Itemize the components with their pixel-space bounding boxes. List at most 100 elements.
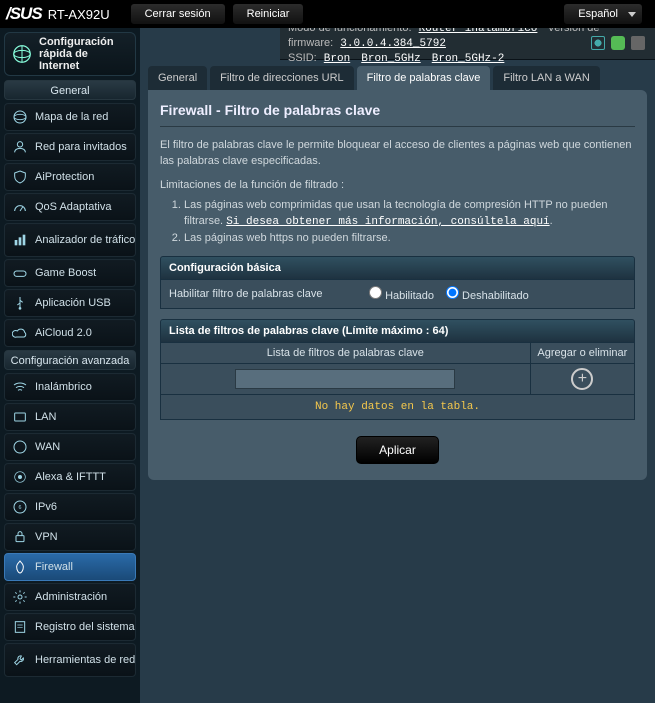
router-status-icon[interactable]	[591, 36, 605, 50]
game-icon	[11, 264, 29, 282]
ssid-3: Bron_5GHz-2	[432, 53, 505, 65]
svg-text:6: 6	[19, 505, 22, 511]
sidebar-item-label: Aplicación USB	[35, 297, 111, 309]
tab-general[interactable]: General	[148, 66, 207, 90]
sidebar-item-wan[interactable]: WAN	[4, 433, 136, 461]
sidebar-item-firewall[interactable]: Firewall	[4, 553, 136, 581]
sidebar-item-label: IPv6	[35, 501, 57, 513]
enabled-radio[interactable]	[369, 286, 382, 299]
sidebar-item-vpn[interactable]: VPN	[4, 523, 136, 551]
chart-icon	[11, 231, 29, 249]
col-action: Agregar o eliminar	[530, 343, 634, 364]
sidebar-item-label: AiProtection	[35, 171, 94, 183]
apply-button[interactable]: Aplicar	[356, 436, 439, 464]
enable-keyword-filter-row: Habilitar filtro de palabras clave Habil…	[160, 280, 635, 309]
qos-icon	[11, 198, 29, 216]
sidebar-item-herramientas-de-red[interactable]: Herramientas de red	[4, 643, 136, 677]
sidebar-item-ipv6[interactable]: 6 IPv6	[4, 493, 136, 521]
quick-internet-setup[interactable]: Configuración rápida de Internet	[4, 32, 136, 76]
sidebar-item-label: Registro del sistema	[35, 621, 135, 633]
reboot-button[interactable]: Reiniciar	[232, 3, 305, 25]
sidebar-item-label: Firewall	[35, 561, 73, 573]
sidebar-item-label: Analizador de tráfico	[35, 234, 135, 246]
chevron-down-icon	[628, 12, 636, 17]
sidebar-item-aplicaci-n-usb[interactable]: Aplicación USB	[4, 289, 136, 317]
aimesh-status-icon[interactable]	[611, 36, 625, 50]
brand-logo: /SUS	[6, 4, 42, 24]
status-strip: Modo de funcionamiento: Router inalámbri…	[280, 28, 655, 60]
sidebar-item-aicloud-2-0[interactable]: AiCloud 2.0	[4, 319, 136, 347]
enabled-text: Habilitado	[385, 290, 434, 302]
limitation-2: Las páginas web https no pueden filtrars…	[184, 230, 635, 246]
sidebar-item-label: LAN	[35, 411, 56, 423]
enabled-option[interactable]: Habilitado	[369, 286, 434, 302]
keyword-table: Lista de filtros de palabras clave Agreg…	[160, 343, 635, 395]
fw-icon	[11, 558, 29, 576]
sidebar-item-label: Administración	[35, 591, 107, 603]
language-selector[interactable]: Español	[563, 3, 643, 25]
tab-filtro-lan-a-wan[interactable]: Filtro LAN a WAN	[493, 66, 599, 90]
sidebar-item-mapa-de-la-red[interactable]: Mapa de la red	[4, 103, 136, 131]
sidebar-item-label: QoS Adaptativa	[35, 201, 111, 213]
sidebar-item-label: Herramientas de red	[35, 654, 135, 666]
admin-icon	[11, 588, 29, 606]
language-label: Español	[578, 8, 618, 20]
sidebar-header-advanced: Configuración avanzada	[4, 350, 136, 370]
sidebar-item-label: AiCloud 2.0	[35, 327, 92, 339]
limitation-1: Las páginas web comprimidas que usan la …	[184, 197, 635, 230]
usb-status-icon[interactable]	[631, 36, 645, 50]
ssid-label: SSID:	[288, 52, 317, 64]
usb-icon	[11, 294, 29, 312]
vpn-icon	[11, 528, 29, 546]
sidebar-item-aiprotection[interactable]: AiProtection	[4, 163, 136, 191]
sidebar-item-label: Mapa de la red	[35, 111, 108, 123]
tools-icon	[11, 651, 29, 669]
sidebar-item-label: Alexa & IFTTT	[35, 471, 106, 483]
content-panel: Firewall - Filtro de palabras clave El f…	[148, 90, 647, 480]
sidebar-item-registro-del-sistema[interactable]: Registro del sistema	[4, 613, 136, 641]
mode-value[interactable]: Router inalámbrico	[419, 28, 538, 35]
sidebar-item-lan[interactable]: LAN	[4, 403, 136, 431]
sidebar-item-analizador-de-tr-fico[interactable]: Analizador de tráfico	[4, 223, 136, 257]
sidebar-item-alexa-ifttt[interactable]: Alexa & IFTTT	[4, 463, 136, 491]
sidebar-item-label: Game Boost	[35, 267, 96, 279]
no-data-row: No hay datos en la tabla.	[160, 395, 635, 420]
fw-value[interactable]: 3.0.0.4.384_5792	[340, 38, 446, 50]
wifi-icon	[11, 378, 29, 396]
keyword-list-header: Lista de filtros de palabras clave (Lími…	[160, 319, 635, 343]
sidebar-item-administraci-n[interactable]: Administración	[4, 583, 136, 611]
shield-icon	[11, 168, 29, 186]
disabled-option[interactable]: Deshabilitado	[446, 286, 529, 302]
globe-icon	[11, 108, 29, 126]
logout-button[interactable]: Cerrar sesión	[130, 3, 226, 25]
ssid-1: Bron	[324, 53, 350, 65]
model-name: RT-AX92U	[48, 7, 110, 22]
keyword-input[interactable]	[235, 369, 455, 389]
disabled-radio[interactable]	[446, 286, 459, 299]
wan-icon	[11, 438, 29, 456]
col-keyword: Lista de filtros de palabras clave	[161, 343, 531, 364]
qis-label: Configuración rápida de Internet	[39, 36, 129, 72]
tab-filtro-de-direcciones-url[interactable]: Filtro de direcciones URL	[210, 66, 354, 90]
alexa-icon	[11, 468, 29, 486]
sidebar-item-inal-mbrico[interactable]: Inalámbrico	[4, 373, 136, 401]
basic-config-header: Configuración básica	[160, 256, 635, 280]
sidebar-item-qos-adaptativa[interactable]: QoS Adaptativa	[4, 193, 136, 221]
enable-keyword-filter-label: Habilitar filtro de palabras clave	[169, 288, 369, 300]
page-title: Firewall - Filtro de palabras clave	[160, 102, 635, 127]
sidebar-item-label: Red para invitados	[35, 141, 127, 153]
disabled-text: Deshabilitado	[462, 290, 529, 302]
sidebar-item-red-para-invitados[interactable]: Red para invitados	[4, 133, 136, 161]
limitations-label: Limitaciones de la función de filtrado :	[160, 177, 635, 193]
ipv6-icon: 6	[11, 498, 29, 516]
add-button[interactable]: +	[571, 368, 593, 390]
log-icon	[11, 618, 29, 636]
ssid-2: Bron_5GHz	[361, 53, 420, 65]
more-info-link[interactable]: Si desea obtener más información, consúl…	[226, 216, 549, 228]
sidebar: Configuración rápida de Internet General…	[0, 28, 140, 703]
tab-filtro-de-palabras-clave[interactable]: Filtro de palabras clave	[357, 66, 491, 90]
guest-icon	[11, 138, 29, 156]
sidebar-item-game-boost[interactable]: Game Boost	[4, 259, 136, 287]
cloud-icon	[11, 324, 29, 342]
sidebar-header-general: General	[4, 80, 136, 100]
